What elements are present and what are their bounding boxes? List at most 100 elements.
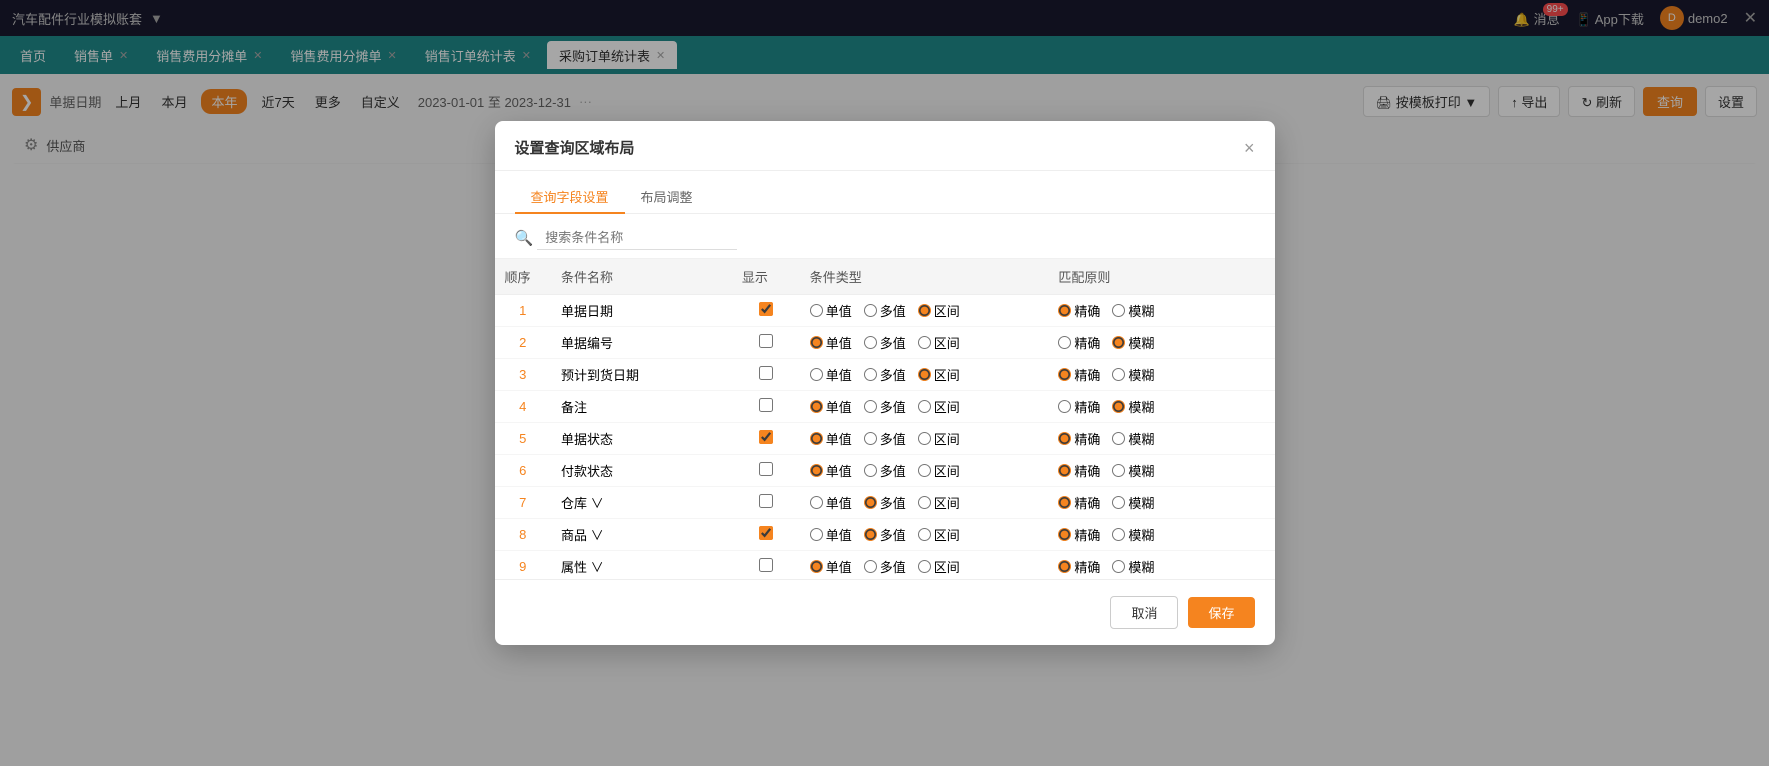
type-radio-item[interactable]: 区间 [918, 557, 960, 576]
type-radio[interactable] [864, 496, 877, 509]
display-checkbox[interactable] [759, 302, 773, 316]
type-radio-item[interactable]: 多值 [864, 397, 906, 416]
type-radio[interactable] [864, 560, 877, 573]
match-radio-item[interactable]: 模糊 [1112, 557, 1154, 576]
type-radio[interactable] [810, 304, 823, 317]
match-radio-item[interactable]: 模糊 [1112, 525, 1154, 544]
type-radio[interactable] [864, 336, 877, 349]
dialog-tab-fields[interactable]: 查询字段设置 [515, 181, 625, 214]
match-radio-item[interactable]: 精确 [1058, 461, 1100, 480]
display-checkbox[interactable] [759, 398, 773, 412]
type-radio-item[interactable]: 区间 [918, 429, 960, 448]
type-radio[interactable] [918, 336, 931, 349]
match-radio-item[interactable]: 模糊 [1112, 461, 1154, 480]
match-radio-item[interactable]: 模糊 [1112, 397, 1154, 416]
cancel-btn[interactable]: 取消 [1110, 596, 1178, 629]
match-radio[interactable] [1112, 560, 1125, 573]
type-radio[interactable] [810, 560, 823, 573]
type-radio[interactable] [864, 464, 877, 477]
match-radio[interactable] [1058, 368, 1071, 381]
type-radio[interactable] [918, 400, 931, 413]
match-radio-item[interactable]: 模糊 [1112, 333, 1154, 352]
display-checkbox[interactable] [759, 366, 773, 380]
type-radio-item[interactable]: 单值 [810, 301, 852, 320]
type-radio[interactable] [864, 432, 877, 445]
search-input[interactable] [537, 226, 737, 250]
match-radio-item[interactable]: 模糊 [1112, 301, 1154, 320]
type-radio-item[interactable]: 多值 [864, 525, 906, 544]
type-radio[interactable] [810, 528, 823, 541]
match-radio[interactable] [1112, 400, 1125, 413]
match-radio[interactable] [1058, 336, 1071, 349]
match-radio-item[interactable]: 精确 [1058, 493, 1100, 512]
type-radio[interactable] [810, 432, 823, 445]
display-checkbox[interactable] [759, 334, 773, 348]
type-radio[interactable] [918, 496, 931, 509]
type-radio-item[interactable]: 区间 [918, 333, 960, 352]
type-radio-item[interactable]: 单值 [810, 333, 852, 352]
match-radio-item[interactable]: 模糊 [1112, 493, 1154, 512]
type-radio[interactable] [810, 368, 823, 381]
type-radio-item[interactable]: 单值 [810, 429, 852, 448]
type-radio-item[interactable]: 多值 [864, 429, 906, 448]
display-checkbox[interactable] [759, 558, 773, 572]
match-radio-item[interactable]: 模糊 [1112, 365, 1154, 384]
type-radio-item[interactable]: 多值 [864, 333, 906, 352]
type-radio-item[interactable]: 单值 [810, 525, 852, 544]
display-checkbox[interactable] [759, 494, 773, 508]
type-radio[interactable] [918, 528, 931, 541]
save-btn[interactable]: 保存 [1188, 597, 1254, 628]
type-radio-item[interactable]: 区间 [918, 301, 960, 320]
type-radio-item[interactable]: 区间 [918, 461, 960, 480]
type-radio-item[interactable]: 多值 [864, 557, 906, 576]
type-radio-item[interactable]: 多值 [864, 493, 906, 512]
type-radio[interactable] [918, 560, 931, 573]
match-radio[interactable] [1112, 304, 1125, 317]
match-radio[interactable] [1112, 464, 1125, 477]
dialog-close-btn[interactable]: × [1244, 139, 1255, 157]
match-radio-item[interactable]: 模糊 [1112, 429, 1154, 448]
match-radio[interactable] [1058, 496, 1071, 509]
type-radio-item[interactable]: 区间 [918, 365, 960, 384]
match-radio[interactable] [1058, 432, 1071, 445]
match-radio-item[interactable]: 精确 [1058, 525, 1100, 544]
match-radio-item[interactable]: 精确 [1058, 429, 1100, 448]
display-checkbox[interactable] [759, 430, 773, 444]
display-checkbox[interactable] [759, 462, 773, 476]
type-radio-item[interactable]: 多值 [864, 461, 906, 480]
match-radio[interactable] [1058, 528, 1071, 541]
type-radio-item[interactable]: 多值 [864, 365, 906, 384]
match-radio[interactable] [1112, 528, 1125, 541]
type-radio-item[interactable]: 多值 [864, 301, 906, 320]
type-radio[interactable] [864, 368, 877, 381]
type-radio-item[interactable]: 单值 [810, 493, 852, 512]
type-radio-item[interactable]: 区间 [918, 493, 960, 512]
match-radio[interactable] [1058, 400, 1071, 413]
match-radio[interactable] [1112, 368, 1125, 381]
type-radio[interactable] [810, 400, 823, 413]
match-radio-item[interactable]: 精确 [1058, 301, 1100, 320]
type-radio[interactable] [810, 464, 823, 477]
dialog-tab-layout[interactable]: 布局调整 [625, 181, 709, 214]
match-radio-item[interactable]: 精确 [1058, 557, 1100, 576]
match-radio[interactable] [1058, 304, 1071, 317]
type-radio[interactable] [864, 400, 877, 413]
type-radio-item[interactable]: 区间 [918, 525, 960, 544]
match-radio[interactable] [1112, 336, 1125, 349]
type-radio[interactable] [918, 464, 931, 477]
match-radio[interactable] [1112, 496, 1125, 509]
type-radio-item[interactable]: 单值 [810, 365, 852, 384]
type-radio[interactable] [810, 496, 823, 509]
match-radio-item[interactable]: 精确 [1058, 397, 1100, 416]
match-radio[interactable] [1058, 560, 1071, 573]
type-radio[interactable] [918, 304, 931, 317]
type-radio-item[interactable]: 单值 [810, 397, 852, 416]
match-radio[interactable] [1112, 432, 1125, 445]
type-radio-item[interactable]: 单值 [810, 461, 852, 480]
match-radio-item[interactable]: 精确 [1058, 365, 1100, 384]
type-radio[interactable] [864, 304, 877, 317]
type-radio[interactable] [918, 368, 931, 381]
type-radio[interactable] [864, 528, 877, 541]
type-radio-item[interactable]: 单值 [810, 557, 852, 576]
match-radio[interactable] [1058, 464, 1071, 477]
